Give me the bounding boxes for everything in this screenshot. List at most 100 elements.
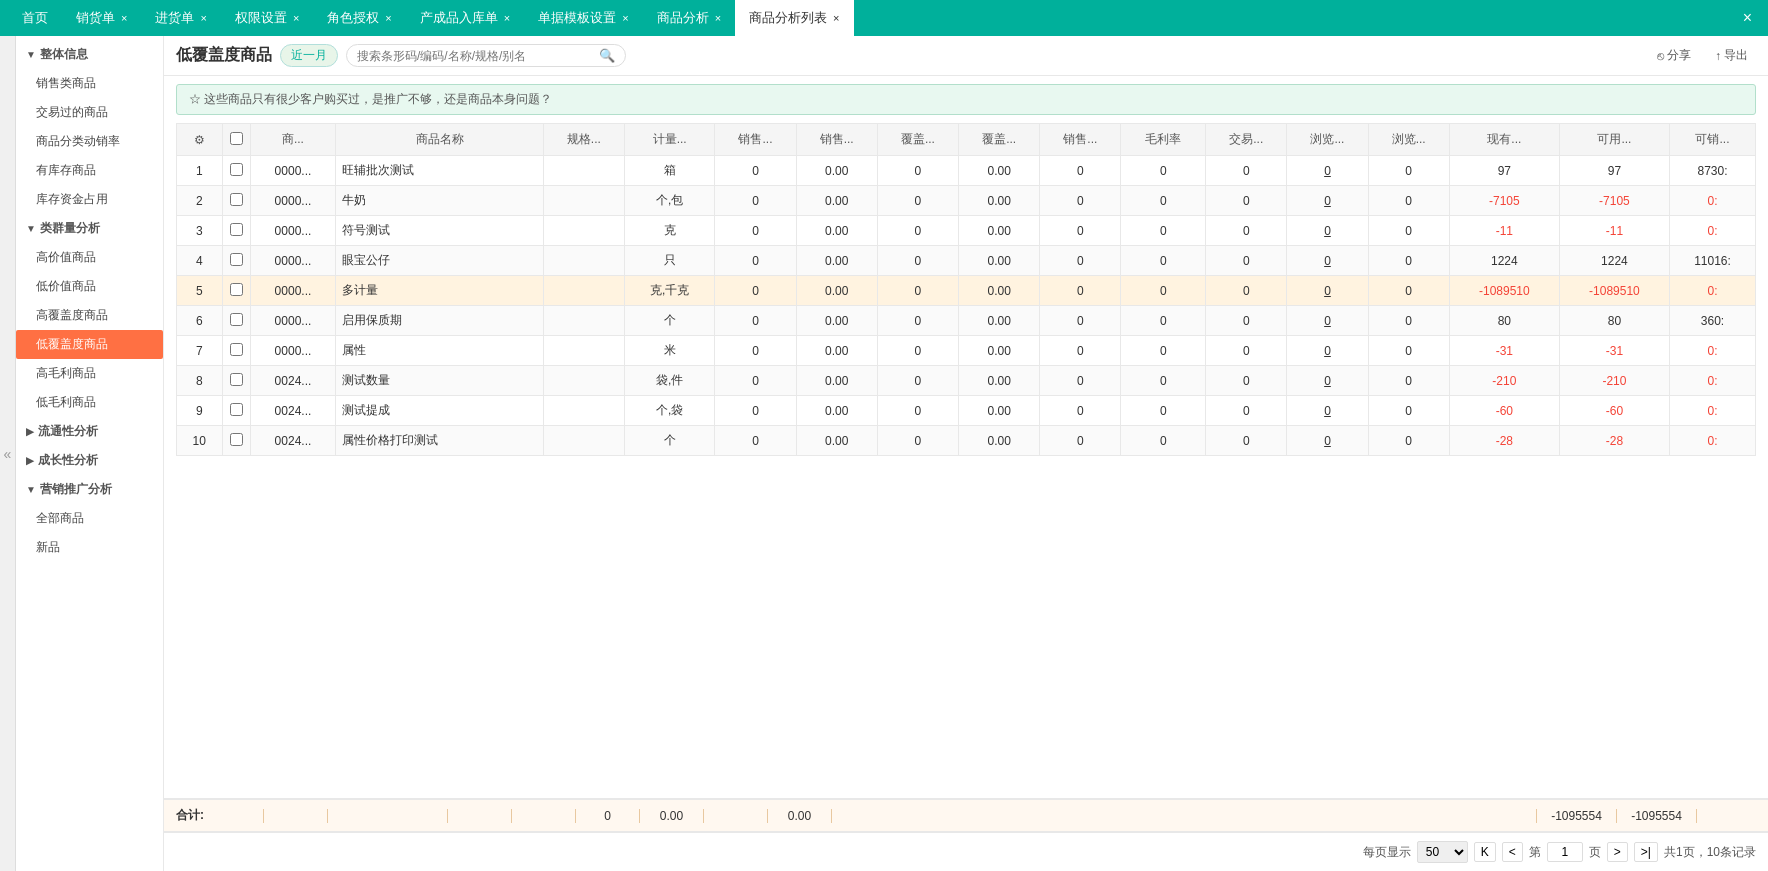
sidebar-item-high-value[interactable]: 高价值商品 — [16, 243, 163, 272]
nav-roles-close[interactable]: × — [385, 12, 391, 24]
row-browse1[interactable]: 0 — [1287, 306, 1368, 336]
nav-analytics[interactable]: 商品分析 × — [643, 0, 735, 36]
row-unit: 只 — [624, 246, 714, 276]
next-page-button[interactable]: > — [1607, 842, 1628, 862]
page-input[interactable] — [1547, 842, 1583, 862]
row-checkbox-cell — [222, 396, 250, 426]
per-page-select[interactable]: 50 20 100 — [1417, 841, 1468, 863]
col-name[interactable]: 商品名称 — [336, 124, 543, 156]
sidebar-item-low-margin[interactable]: 低毛利商品 — [16, 388, 163, 417]
col-code[interactable]: 商... — [250, 124, 336, 156]
col-sales2[interactable]: 销售... — [796, 124, 877, 156]
row-trade: 0 — [1206, 426, 1287, 456]
col-sales3[interactable]: 销售... — [1040, 124, 1121, 156]
row-browse1[interactable]: 0 — [1287, 366, 1368, 396]
nav-production-close[interactable]: × — [504, 12, 510, 24]
sidebar-section-marketing[interactable]: ▼ 营销推广分析 — [16, 475, 163, 504]
settings-icon[interactable]: ⚙ — [194, 133, 205, 147]
filter-period-button[interactable]: 近一月 — [280, 44, 338, 67]
col-trade[interactable]: 交易... — [1206, 124, 1287, 156]
row-checkbox[interactable] — [230, 253, 243, 266]
select-all-checkbox[interactable] — [230, 132, 243, 145]
col-cover2[interactable]: 覆盖... — [959, 124, 1040, 156]
row-browse1[interactable]: 0 — [1287, 426, 1368, 456]
nav-home[interactable]: 首页 — [8, 0, 62, 36]
col-sales1[interactable]: 销售... — [715, 124, 796, 156]
row-cover1: 0 — [877, 396, 958, 426]
sidebar-section-cluster[interactable]: ▼ 类群量分析 — [16, 214, 163, 243]
nav-analytics-list-close[interactable]: × — [833, 12, 839, 24]
col-settings[interactable]: ⚙ — [177, 124, 223, 156]
nav-purchase[interactable]: 进货单 × — [141, 0, 220, 36]
row-checkbox[interactable] — [230, 223, 243, 236]
sidebar-item-all-goods[interactable]: 全部商品 — [16, 504, 163, 533]
col-current[interactable]: 现有... — [1449, 124, 1559, 156]
sidebar-item-sales-goods[interactable]: 销售类商品 — [16, 69, 163, 98]
row-browse1[interactable]: 0 — [1287, 396, 1368, 426]
row-checkbox[interactable] — [230, 433, 243, 446]
nav-roles[interactable]: 角色授权 × — [313, 0, 405, 36]
nav-template-close[interactable]: × — [622, 12, 628, 24]
nav-analytics-list[interactable]: 商品分析列表 × — [735, 0, 853, 36]
last-page-button[interactable]: >| — [1634, 842, 1658, 862]
row-spec — [543, 306, 624, 336]
share-button[interactable]: ⎋ 分享 — [1649, 44, 1699, 67]
sidebar-item-high-margin[interactable]: 高毛利商品 — [16, 359, 163, 388]
sidebar-item-high-coverage[interactable]: 高覆盖度商品 — [16, 301, 163, 330]
row-sales3: 0 — [1040, 366, 1121, 396]
row-browse1[interactable]: 0 — [1287, 186, 1368, 216]
nav-sales[interactable]: 销货单 × — [62, 0, 141, 36]
sidebar-item-low-value[interactable]: 低价值商品 — [16, 272, 163, 301]
sidebar-item-new-goods[interactable]: 新品 — [16, 533, 163, 562]
row-browse1[interactable]: 0 — [1287, 156, 1368, 186]
sidebar-section-circulation[interactable]: ▶ 流通性分析 — [16, 417, 163, 446]
sidebar-toggle-button[interactable]: « — [0, 36, 16, 871]
col-saleable[interactable]: 可销... — [1669, 124, 1755, 156]
row-checkbox[interactable] — [230, 343, 243, 356]
sidebar-item-category-rate[interactable]: 商品分类动销率 — [16, 127, 163, 156]
col-spec[interactable]: 规格... — [543, 124, 624, 156]
main-layout: « ▼ 整体信息 销售类商品 交易过的商品 商品分类动销率 有库存商品 库存资金… — [0, 36, 1768, 871]
sidebar-item-capital[interactable]: 库存资金占用 — [16, 185, 163, 214]
search-input[interactable] — [357, 49, 595, 63]
row-browse2: 0 — [1368, 396, 1449, 426]
sidebar-item-low-coverage[interactable]: 低覆盖度商品 — [16, 330, 163, 359]
row-checkbox[interactable] — [230, 373, 243, 386]
nav-purchase-close[interactable]: × — [200, 12, 206, 24]
nav-template[interactable]: 单据模板设置 × — [524, 0, 642, 36]
table-row: 7 0000... 属性 米 0 0.00 0 0.00 0 0 0 0 0 -… — [177, 336, 1756, 366]
nav-sales-close[interactable]: × — [121, 12, 127, 24]
sidebar-item-in-stock[interactable]: 有库存商品 — [16, 156, 163, 185]
search-icon[interactable]: 🔍 — [599, 48, 615, 63]
row-checkbox[interactable] — [230, 193, 243, 206]
row-available: -11 — [1559, 216, 1669, 246]
col-browse2[interactable]: 浏览... — [1368, 124, 1449, 156]
row-browse1[interactable]: 0 — [1287, 336, 1368, 366]
export-button[interactable]: ↑ 导出 — [1707, 44, 1756, 67]
row-browse1[interactable]: 0 — [1287, 216, 1368, 246]
col-available[interactable]: 可用... — [1559, 124, 1669, 156]
sidebar-section-growth[interactable]: ▶ 成长性分析 — [16, 446, 163, 475]
nav-analytics-close[interactable]: × — [715, 12, 721, 24]
row-checkbox[interactable] — [230, 163, 243, 176]
sidebar-section-overall[interactable]: ▼ 整体信息 — [16, 40, 163, 69]
first-page-button[interactable]: K — [1474, 842, 1496, 862]
row-cover1: 0 — [877, 156, 958, 186]
col-cover1[interactable]: 覆盖... — [877, 124, 958, 156]
row-checkbox[interactable] — [230, 403, 243, 416]
nav-permissions[interactable]: 权限设置 × — [221, 0, 313, 36]
row-checkbox[interactable] — [230, 283, 243, 296]
prev-page-button[interactable]: < — [1502, 842, 1523, 862]
window-close-button[interactable]: × — [1735, 9, 1760, 27]
row-cover2: 0.00 — [959, 276, 1040, 306]
row-sales1: 0 — [715, 336, 796, 366]
row-browse1[interactable]: 0 — [1287, 276, 1368, 306]
col-browse1[interactable]: 浏览... — [1287, 124, 1368, 156]
col-profit[interactable]: 毛利率 — [1121, 124, 1206, 156]
nav-production[interactable]: 产成品入库单 × — [406, 0, 524, 36]
row-browse1[interactable]: 0 — [1287, 246, 1368, 276]
nav-permissions-close[interactable]: × — [293, 12, 299, 24]
row-checkbox[interactable] — [230, 313, 243, 326]
col-unit[interactable]: 计量... — [624, 124, 714, 156]
sidebar-item-traded-goods[interactable]: 交易过的商品 — [16, 98, 163, 127]
